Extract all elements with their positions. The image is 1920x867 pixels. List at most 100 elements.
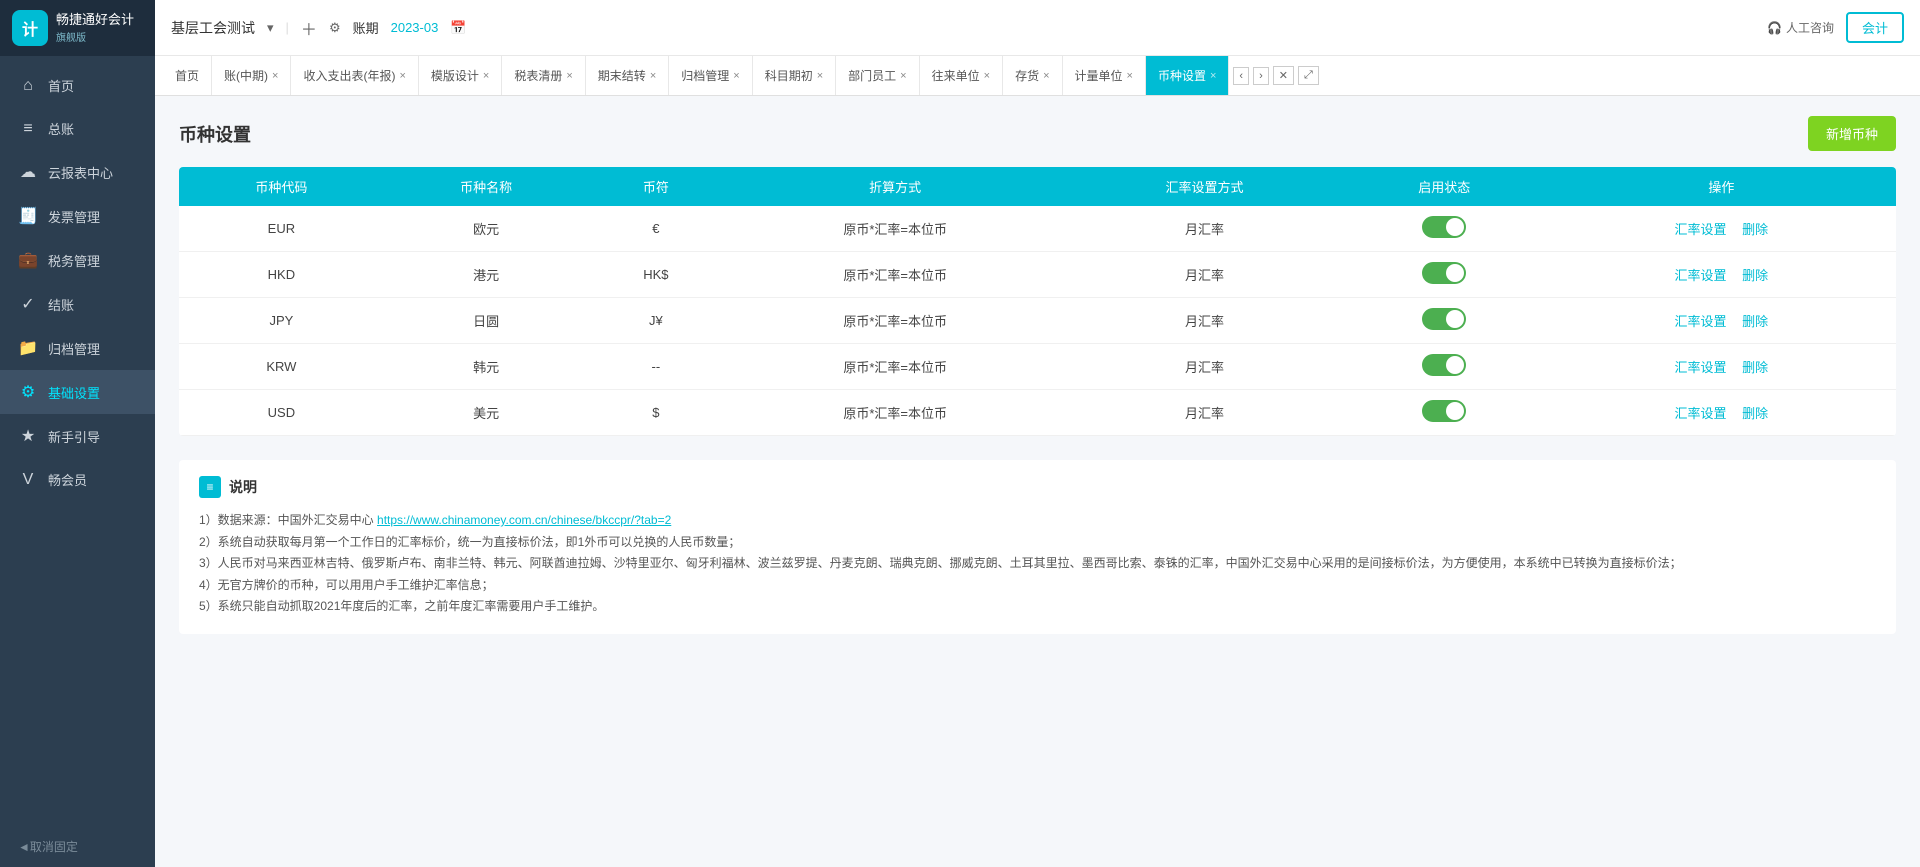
- tab-dept[interactable]: 部门员工 ×: [836, 56, 919, 96]
- cell-rate-2: 月汇率: [1067, 298, 1342, 344]
- tab-inventory[interactable]: 存货 ×: [1003, 56, 1062, 96]
- delete-3[interactable]: 删除: [1742, 360, 1768, 375]
- note-item-3: 4）无官方牌价的币种，可以用用户手工维护汇率信息；: [199, 575, 1876, 597]
- note-icon: ≡: [199, 476, 221, 498]
- delete-2[interactable]: 删除: [1742, 314, 1768, 329]
- tab-archive[interactable]: 归档管理 ×: [669, 56, 752, 96]
- new-currency-button[interactable]: 新增币种: [1808, 116, 1896, 151]
- tab-label-subjects: 科目期初: [765, 67, 813, 84]
- tab-label-unit: 计量单位: [1075, 67, 1123, 84]
- tab-partner[interactable]: 往来单位 ×: [920, 56, 1003, 96]
- delete-4[interactable]: 删除: [1742, 406, 1768, 421]
- rate-settings-4[interactable]: 汇率设置: [1675, 406, 1727, 421]
- tab-close-archive[interactable]: ×: [733, 70, 739, 82]
- tab-label-taxclear: 税表清册: [514, 67, 562, 84]
- nav-label-tax: 税务管理: [48, 251, 100, 270]
- cell-actions-2: 汇率设置 删除: [1547, 298, 1896, 344]
- rate-settings-3[interactable]: 汇率设置: [1675, 360, 1727, 375]
- note-link[interactable]: https://www.chinamoney.com.cn/chinese/bk…: [377, 513, 671, 527]
- sidebar-item-archive[interactable]: 📁 归档管理: [0, 326, 155, 370]
- company-dropdown-icon[interactable]: ▾: [267, 20, 274, 36]
- nav-icon-archive: 📁: [18, 338, 38, 358]
- logo-text-area: 畅捷通好会计 旗舰版: [56, 12, 134, 44]
- sidebar-item-home[interactable]: ⌂首页: [0, 64, 155, 107]
- nav-label-archive: 归档管理: [48, 339, 100, 358]
- tab-close-currency[interactable]: ×: [1210, 70, 1216, 82]
- sidebar-nav: ⌂首页≡总账☁云报表中心🧾发票管理💼税务管理✓结账 📁 归档管理 ⚙基础设置★新手引导…: [0, 56, 155, 826]
- sidebar-item-member[interactable]: V畅会员: [0, 458, 155, 501]
- tab-prev-button[interactable]: ‹: [1233, 67, 1249, 85]
- note-title: 说明: [229, 477, 257, 497]
- tab-yearend[interactable]: 期末结转 ×: [586, 56, 669, 96]
- cell-symbol-4: $: [589, 390, 724, 436]
- cell-calc-1: 原币*汇率=本位币: [723, 252, 1067, 298]
- tab-close-dept[interactable]: ×: [900, 70, 906, 82]
- tab-currency[interactable]: 币种设置 ×: [1146, 56, 1229, 96]
- settings-icon[interactable]: ⚙: [329, 20, 341, 36]
- note-item-4: 5）系统只能自动抓取2021年度后的汇率，之前年度汇率需要用户手工维护。: [199, 596, 1876, 618]
- calendar-icon[interactable]: 📅: [450, 20, 466, 36]
- note-item-2: 3）人民币对马来西亚林吉特、俄罗斯卢布、南非兰特、韩元、阿联酋迪拉姆、沙特里亚尔…: [199, 553, 1876, 575]
- service-button[interactable]: 🎧 人工咨询: [1767, 19, 1834, 36]
- toggle-0[interactable]: [1422, 216, 1466, 238]
- tab-close-taxclear[interactable]: ×: [566, 70, 572, 82]
- tab-close-all-button[interactable]: ✕: [1273, 66, 1294, 85]
- add-tab-button[interactable]: ＋: [301, 16, 317, 40]
- tab-label-home: 首页: [175, 67, 199, 84]
- nav-icon-member: V: [18, 471, 38, 489]
- sidebar-item-settings[interactable]: ⚙基础设置: [0, 370, 155, 414]
- tab-close-period[interactable]: ×: [272, 70, 278, 82]
- topbar: 基层工会测试 ▾ | ＋ ⚙ 账期 2023-03 📅 🎧 人工咨询 会计: [155, 0, 1920, 56]
- tab-home[interactable]: 首页: [163, 56, 212, 96]
- tab-next-button[interactable]: ›: [1253, 67, 1269, 85]
- tab-subjects[interactable]: 科目期初 ×: [753, 56, 836, 96]
- cell-rate-3: 月汇率: [1067, 344, 1342, 390]
- cell-status-3[interactable]: [1342, 344, 1547, 390]
- sidebar-item-guide[interactable]: ★新手引导: [0, 414, 155, 458]
- cell-code-0: EUR: [179, 206, 384, 252]
- rate-settings-1[interactable]: 汇率设置: [1675, 268, 1727, 283]
- cell-status-1[interactable]: [1342, 252, 1547, 298]
- delete-1[interactable]: 删除: [1742, 268, 1768, 283]
- rate-settings-2[interactable]: 汇率设置: [1675, 314, 1727, 329]
- tab-close-unit[interactable]: ×: [1127, 70, 1133, 82]
- sidebar-item-close[interactable]: ✓结账: [0, 282, 155, 326]
- tab-close-yearend[interactable]: ×: [650, 70, 656, 82]
- tab-template[interactable]: 模版设计 ×: [419, 56, 502, 96]
- sidebar-item-tax[interactable]: 💼税务管理: [0, 238, 155, 282]
- headset-icon: 🎧: [1767, 21, 1782, 35]
- toggle-1[interactable]: [1422, 262, 1466, 284]
- nav-icon-reports: ☁: [18, 162, 38, 182]
- cell-name-4: 美元: [384, 390, 589, 436]
- tab-close-template[interactable]: ×: [483, 70, 489, 82]
- col-actions: 操作: [1547, 167, 1896, 206]
- note-item-1: 2）系统自动获取每月第一个工作日的汇率标价，统一为直接标价法，即1外币可以兑换的…: [199, 532, 1876, 554]
- toggle-4[interactable]: [1422, 400, 1466, 422]
- rate-settings-0[interactable]: 汇率设置: [1675, 222, 1727, 237]
- cell-status-4[interactable]: [1342, 390, 1547, 436]
- cell-actions-3: 汇率设置 删除: [1547, 344, 1896, 390]
- tab-expand-button[interactable]: ⤢: [1298, 66, 1319, 85]
- sidebar-pin-toggle[interactable]: ◄取消固定: [0, 826, 155, 867]
- app-sub: 旗舰版: [56, 29, 134, 44]
- cell-status-0[interactable]: [1342, 206, 1547, 252]
- tab-period[interactable]: 账(中期) ×: [212, 56, 291, 96]
- cell-status-2[interactable]: [1342, 298, 1547, 344]
- delete-0[interactable]: 删除: [1742, 222, 1768, 237]
- tab-close-inventory[interactable]: ×: [1043, 70, 1049, 82]
- tab-close-partner[interactable]: ×: [984, 70, 990, 82]
- tab-unit[interactable]: 计量单位 ×: [1063, 56, 1146, 96]
- toggle-3[interactable]: [1422, 354, 1466, 376]
- main-area: 基层工会测试 ▾ | ＋ ⚙ 账期 2023-03 📅 🎧 人工咨询 会计 首页…: [155, 0, 1920, 867]
- tab-close-subjects[interactable]: ×: [817, 70, 823, 82]
- tab-close-income[interactable]: ×: [399, 70, 405, 82]
- tab-taxclear[interactable]: 税表清册 ×: [502, 56, 585, 96]
- tab-income[interactable]: 收入支出表(年报) ×: [291, 56, 418, 96]
- accountant-button[interactable]: 会计: [1846, 12, 1904, 43]
- sidebar-item-invoice[interactable]: 🧾发票管理: [0, 194, 155, 238]
- period-value: 2023-03: [391, 20, 439, 35]
- sidebar-item-ledger[interactable]: ≡总账: [0, 107, 155, 150]
- toggle-2[interactable]: [1422, 308, 1466, 330]
- cell-actions-1: 汇率设置 删除: [1547, 252, 1896, 298]
- sidebar-item-reports[interactable]: ☁云报表中心: [0, 150, 155, 194]
